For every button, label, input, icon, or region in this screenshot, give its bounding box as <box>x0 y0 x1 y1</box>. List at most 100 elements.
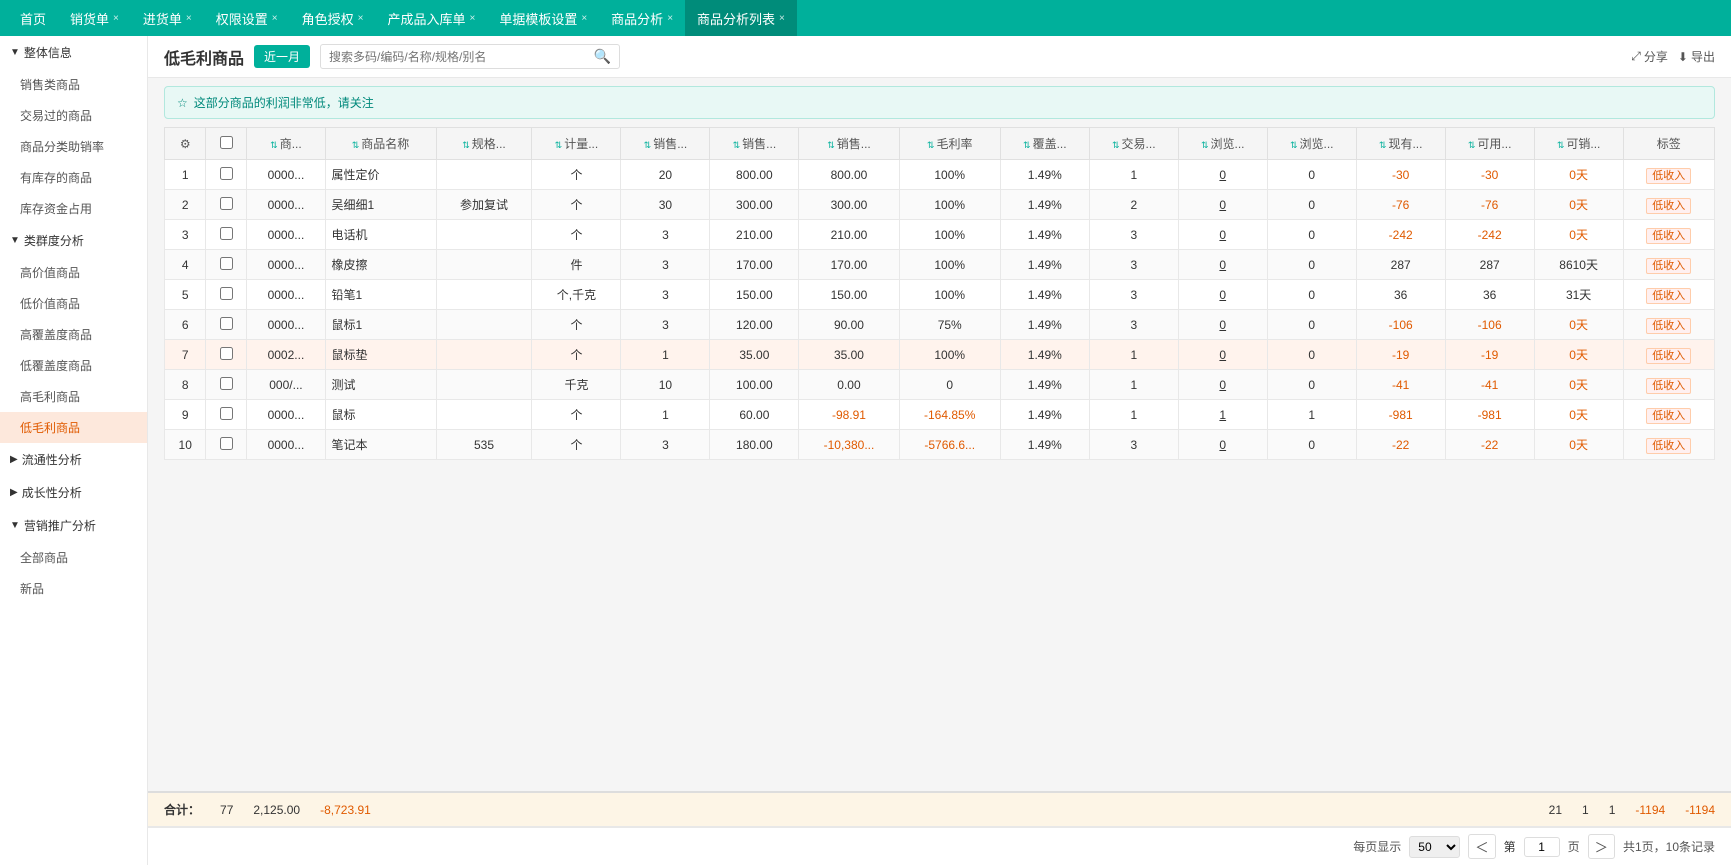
sidebar-group-marketing[interactable]: ▼ 营销推广分析 <box>0 509 147 542</box>
cell-view1[interactable]: 0 <box>1178 280 1267 310</box>
cell-sales-qty: 1 <box>621 340 710 370</box>
sidebar-item-high-margin[interactable]: 高毛利商品 <box>0 381 147 412</box>
cell-name[interactable]: 电话机 <box>325 220 436 250</box>
cell-name[interactable]: 铅笔1 <box>325 280 436 310</box>
sidebar-item-low-value[interactable]: 低价值商品 <box>0 288 147 319</box>
col-spec[interactable]: ⇅规格... <box>436 128 532 160</box>
nav-item-sales[interactable]: 销货单 × <box>58 0 131 36</box>
search-icon[interactable]: 🔍 <box>594 48 611 65</box>
next-page-button[interactable]: ＞ <box>1588 834 1615 859</box>
cell-name[interactable]: 属性定价 <box>325 160 436 190</box>
cell-view1[interactable]: 0 <box>1178 220 1267 250</box>
sidebar-item-high-value[interactable]: 高价值商品 <box>0 257 147 288</box>
nav-item-product-storage[interactable]: 产成品入库单 × <box>375 0 487 36</box>
col-transaction[interactable]: ⇅交易... <box>1089 128 1178 160</box>
sidebar-item-new-goods[interactable]: 新品 <box>0 573 147 604</box>
sidebar-item-all-goods[interactable]: 全部商品 <box>0 542 147 573</box>
cell-name[interactable]: 吴细细1 <box>325 190 436 220</box>
col-sales-qty[interactable]: ⇅销售... <box>621 128 710 160</box>
cell-name[interactable]: 鼠标垫 <box>325 340 436 370</box>
cell-name[interactable]: 橡皮擦 <box>325 250 436 280</box>
row-checkbox[interactable] <box>220 227 233 240</box>
col-settings[interactable]: ⚙ <box>165 128 206 160</box>
cell-name[interactable]: 鼠标1 <box>325 310 436 340</box>
cell-name[interactable]: 鼠标 <box>325 400 436 430</box>
nav-item-product-analysis[interactable]: 商品分析 × <box>599 0 685 36</box>
cell-view1[interactable]: 0 <box>1178 190 1267 220</box>
sidebar-item-low-coverage[interactable]: 低覆盖度商品 <box>0 350 147 381</box>
close-icon[interactable]: × <box>581 13 587 24</box>
cell-coverage: 1.49% <box>1000 220 1089 250</box>
cell-view1[interactable]: 0 <box>1178 250 1267 280</box>
row-checkbox[interactable] <box>220 317 233 330</box>
sidebar-item-sales-goods[interactable]: 销售类商品 <box>0 69 147 100</box>
prev-page-button[interactable]: ＜ <box>1468 834 1495 859</box>
sidebar-group-growth[interactable]: ▶ 成长性分析 <box>0 476 147 509</box>
row-checkbox[interactable] <box>220 437 233 450</box>
close-icon[interactable]: × <box>469 13 475 24</box>
nav-item-permissions[interactable]: 权限设置 × <box>204 0 290 36</box>
col-name[interactable]: ⇅商品名称 <box>325 128 436 160</box>
sidebar-item-stocked-goods[interactable]: 有库存的商品 <box>0 162 147 193</box>
cell-name[interactable]: 笔记本 <box>325 430 436 460</box>
cell-view1[interactable]: 0 <box>1178 430 1267 460</box>
cell-view1[interactable]: 0 <box>1178 340 1267 370</box>
col-gross-margin[interactable]: ⇅毛利率 <box>899 128 1000 160</box>
nav-item-roles[interactable]: 角色授权 × <box>290 0 376 36</box>
nav-item-product-analysis-list[interactable]: 商品分析列表 × <box>685 0 797 36</box>
period-button[interactable]: 近一月 <box>254 45 310 68</box>
cell-name[interactable]: 测试 <box>325 370 436 400</box>
sidebar-item-low-margin[interactable]: 低毛利商品 <box>0 412 147 443</box>
cell-spec <box>436 220 532 250</box>
cell-view1[interactable]: 0 <box>1178 310 1267 340</box>
row-checkbox[interactable] <box>220 407 233 420</box>
cell-available: -981 <box>1445 400 1534 430</box>
share-button[interactable]: ⤢ 分享 <box>1631 48 1668 65</box>
col-sales-amount[interactable]: ⇅销售... <box>799 128 899 160</box>
col-sellable[interactable]: ⇅可销... <box>1534 128 1623 160</box>
nav-item-template-settings[interactable]: 单据模板设置 × <box>487 0 599 36</box>
page-label: 页 <box>1568 838 1580 855</box>
col-unit[interactable]: ⇅计量... <box>532 128 621 160</box>
share-icon: ⤢ <box>1631 49 1641 64</box>
cell-view1[interactable]: 0 <box>1178 160 1267 190</box>
row-checkbox[interactable] <box>220 377 233 390</box>
sidebar-item-high-coverage[interactable]: 高覆盖度商品 <box>0 319 147 350</box>
sidebar-group-cluster[interactable]: ▼ 类群度分析 <box>0 224 147 257</box>
col-current-stock[interactable]: ⇅现有... <box>1356 128 1445 160</box>
close-icon[interactable]: × <box>667 13 673 24</box>
row-checkbox[interactable] <box>220 257 233 270</box>
sidebar-item-category-sales[interactable]: 商品分类助销率 <box>0 131 147 162</box>
cell-view1[interactable]: 1 <box>1178 400 1267 430</box>
col-code[interactable]: ⇅商... <box>247 128 325 160</box>
close-icon[interactable]: × <box>272 13 278 24</box>
col-view2[interactable]: ⇅浏览... <box>1267 128 1356 160</box>
close-icon[interactable]: × <box>358 13 364 24</box>
close-icon[interactable]: × <box>113 13 119 24</box>
sidebar-group-overall[interactable]: ▼ 整体信息 <box>0 36 147 69</box>
close-icon[interactable]: × <box>779 13 785 24</box>
col-sales-price[interactable]: ⇅销售... <box>710 128 799 160</box>
cell-sales-amount: 170.00 <box>799 250 899 280</box>
select-all-checkbox[interactable] <box>220 136 233 149</box>
row-checkbox[interactable] <box>220 197 233 210</box>
row-checkbox[interactable] <box>220 167 233 180</box>
sidebar-item-stock-funds[interactable]: 库存资金占用 <box>0 193 147 224</box>
cell-view1[interactable]: 0 <box>1178 370 1267 400</box>
nav-item-purchase[interactable]: 进货单 × <box>131 0 204 36</box>
cell-spec <box>436 340 532 370</box>
page-size-select[interactable]: 50 100 200 <box>1409 836 1460 858</box>
col-available[interactable]: ⇅可用... <box>1445 128 1534 160</box>
search-input[interactable] <box>329 50 594 64</box>
export-button[interactable]: ⬇ 导出 <box>1678 48 1715 65</box>
sidebar-group-liquidity[interactable]: ▶ 流通性分析 <box>0 443 147 476</box>
page-number-input[interactable] <box>1524 837 1560 857</box>
col-view1[interactable]: ⇅浏览... <box>1178 128 1267 160</box>
close-icon[interactable]: × <box>186 13 192 24</box>
nav-item-home[interactable]: 首页 <box>8 0 58 36</box>
row-checkbox[interactable] <box>220 287 233 300</box>
cell-sales-amount: 210.00 <box>799 220 899 250</box>
col-coverage[interactable]: ⇅覆盖... <box>1000 128 1089 160</box>
sidebar-item-traded-goods[interactable]: 交易过的商品 <box>0 100 147 131</box>
row-checkbox[interactable] <box>220 347 233 360</box>
